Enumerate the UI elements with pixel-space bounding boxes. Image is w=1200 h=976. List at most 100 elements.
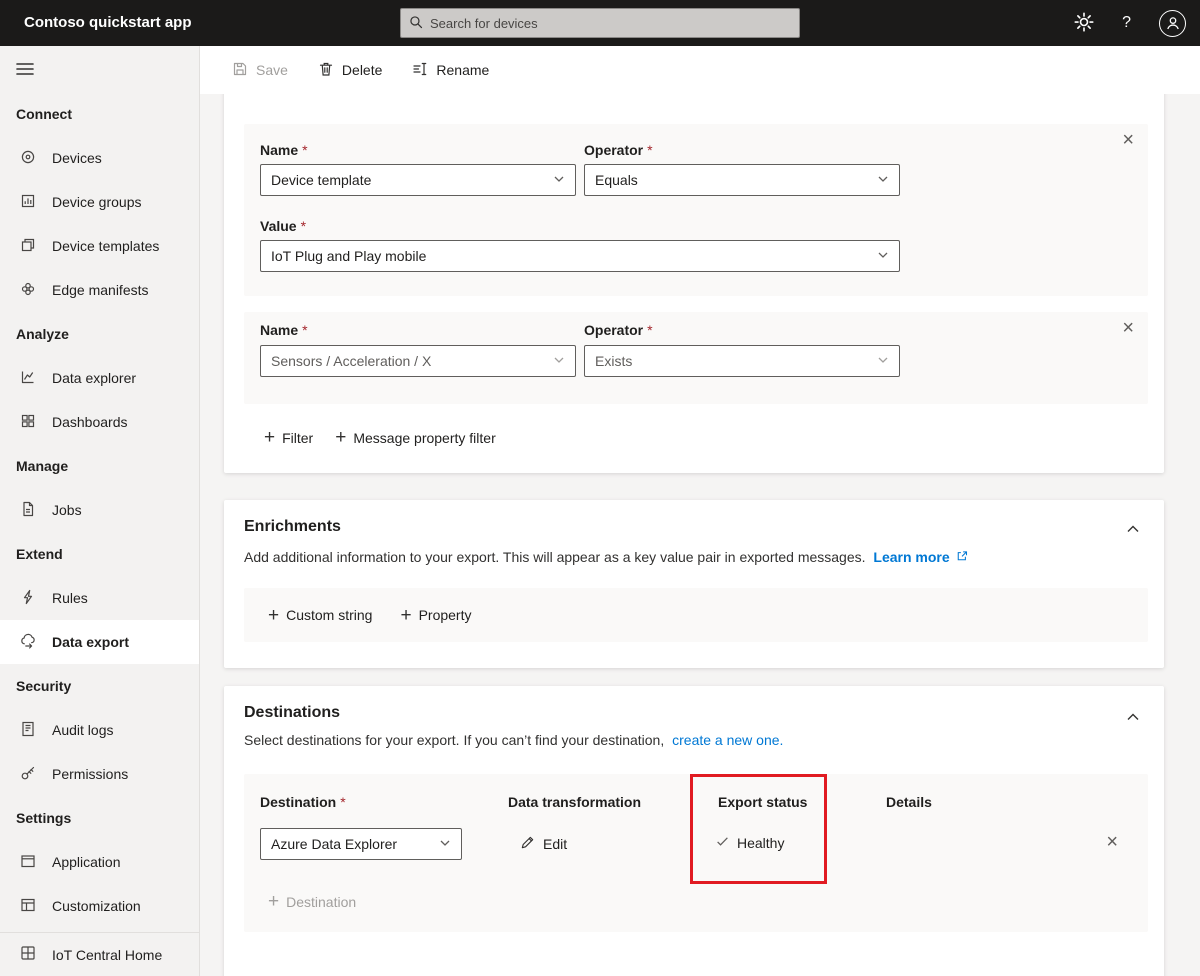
devices-icon xyxy=(20,149,36,168)
rules-icon xyxy=(20,589,36,608)
name-field-label: Name* xyxy=(260,322,308,338)
chevron-down-icon xyxy=(877,172,889,188)
add-filter-button[interactable]: + Filter xyxy=(264,428,313,447)
add-message-property-filter-button[interactable]: + Message property filter xyxy=(335,428,496,447)
enrichments-actions: + Custom string + Property xyxy=(244,588,1148,642)
add-destination-button[interactable]: + Destination xyxy=(268,892,356,911)
name-field-label: Name* xyxy=(260,142,308,158)
chevron-up-icon[interactable] xyxy=(1126,710,1140,727)
sidebar-item-iot-central-home[interactable]: IoT Central Home xyxy=(0,932,199,976)
operator-field-label: Operator* xyxy=(584,142,653,158)
filter-name-select[interactable]: Device template xyxy=(260,164,576,196)
check-icon xyxy=(716,835,729,851)
sidebar-item-permissions[interactable]: Permissions xyxy=(0,752,199,796)
sidebar-item-device-groups[interactable]: Device groups xyxy=(0,180,199,224)
sidebar-item-device-templates[interactable]: Device templates xyxy=(0,224,199,268)
filter-operator-select[interactable]: Equals xyxy=(584,164,900,196)
select-value: Azure Data Explorer xyxy=(271,836,397,852)
field-label-text: Operator xyxy=(584,322,643,338)
plus-icon: + xyxy=(335,428,346,447)
device-search-box[interactable] xyxy=(400,8,800,38)
dashboards-icon xyxy=(20,413,36,432)
sidebar-section-connect: Connect xyxy=(0,92,199,136)
description-text: Select destinations for your export. If … xyxy=(244,732,664,748)
plus-icon: + xyxy=(268,892,279,911)
required-asterisk: * xyxy=(647,142,652,158)
data-explorer-icon xyxy=(20,369,36,388)
filter-value-select[interactable]: IoT Plug and Play mobile xyxy=(260,240,900,272)
filter-operator-select[interactable]: Exists xyxy=(584,345,900,377)
sidebar-section-analyze: Analyze xyxy=(0,312,199,356)
data-transformation-column-header: Data transformation xyxy=(508,794,641,810)
sidebar-item-rules[interactable]: Rules xyxy=(0,576,199,620)
filter-row-1: × Name* Device template Operator* Equals… xyxy=(244,124,1148,296)
hamburger-menu-button[interactable] xyxy=(0,46,199,92)
select-value: Exists xyxy=(595,353,632,369)
rename-icon xyxy=(412,61,428,80)
sidebar-item-label: Edge manifests xyxy=(52,282,149,298)
sidebar-item-dashboards[interactable]: Dashboards xyxy=(0,400,199,444)
add-property-button[interactable]: + Property xyxy=(400,606,471,625)
destination-column-header: Destination* xyxy=(260,794,346,810)
field-label-text: Operator xyxy=(584,142,643,158)
topbar: Contoso quickstart app ? xyxy=(0,0,1200,46)
sidebar-section-settings: Settings xyxy=(0,796,199,840)
remove-destination-button[interactable]: × xyxy=(1106,832,1118,852)
sidebar-item-edge-manifests[interactable]: Edge manifests xyxy=(0,268,199,312)
sidebar-item-devices[interactable]: Devices xyxy=(0,136,199,180)
sidebar-item-data-explorer[interactable]: Data explorer xyxy=(0,356,199,400)
chevron-up-icon[interactable] xyxy=(1126,522,1140,539)
save-label: Save xyxy=(256,62,288,78)
sidebar-item-label: Dashboards xyxy=(52,414,128,430)
sidebar: Connect Devices Device groups Device tem… xyxy=(0,46,200,976)
destination-row: Destination* Data transformation Export … xyxy=(244,774,1148,932)
save-icon xyxy=(232,61,248,80)
add-destination-label: Destination xyxy=(286,894,356,910)
required-asterisk: * xyxy=(301,218,306,234)
value-field-label: Value* xyxy=(260,218,306,234)
export-status-column-header: Export status xyxy=(718,794,807,810)
device-search-input[interactable] xyxy=(430,16,791,31)
remove-filter-button[interactable]: × xyxy=(1122,318,1134,338)
destinations-card: Destinations Select destinations for you… xyxy=(224,686,1164,976)
learn-more-link[interactable]: Learn more xyxy=(873,549,949,565)
destination-select[interactable]: Azure Data Explorer xyxy=(260,828,462,860)
required-asterisk: * xyxy=(302,142,307,158)
permissions-icon xyxy=(20,765,36,784)
save-button[interactable]: Save xyxy=(232,61,288,80)
filters-card: × Name* Device template Operator* Equals… xyxy=(224,94,1164,473)
sidebar-item-label: Audit logs xyxy=(52,722,113,738)
chevron-down-icon xyxy=(553,172,565,188)
column-header-text: Destination xyxy=(260,794,336,810)
rename-button[interactable]: Rename xyxy=(412,61,489,80)
rename-label: Rename xyxy=(436,62,489,78)
sidebar-item-label: Devices xyxy=(52,150,102,166)
data-export-icon xyxy=(20,633,36,652)
create-new-destination-link[interactable]: create a new one. xyxy=(672,732,783,748)
required-asterisk: * xyxy=(647,322,652,338)
trash-icon xyxy=(318,61,334,80)
sidebar-item-audit-logs[interactable]: Audit logs xyxy=(0,708,199,752)
external-link-icon xyxy=(956,549,968,565)
sidebar-item-application[interactable]: Application xyxy=(0,840,199,884)
help-button[interactable]: ? xyxy=(1122,14,1131,32)
filter-name-select[interactable]: Sensors / Acceleration / X xyxy=(260,345,576,377)
avatar-button[interactable] xyxy=(1159,10,1186,37)
add-message-property-filter-label: Message property filter xyxy=(353,430,495,446)
sidebar-item-customization[interactable]: Customization xyxy=(0,884,199,928)
delete-button[interactable]: Delete xyxy=(318,61,382,80)
sidebar-item-label: Data export xyxy=(52,634,129,650)
filter-actions: + Filter + Message property filter xyxy=(264,428,496,447)
remove-filter-button[interactable]: × xyxy=(1122,130,1134,150)
settings-gear-icon[interactable] xyxy=(1074,12,1094,35)
add-custom-string-button[interactable]: + Custom string xyxy=(268,606,372,625)
sidebar-item-data-export[interactable]: Data export xyxy=(0,620,199,664)
sidebar-item-jobs[interactable]: Jobs xyxy=(0,488,199,532)
edge-manifests-icon xyxy=(20,281,36,300)
chevron-down-icon xyxy=(439,836,451,852)
pencil-icon xyxy=(520,835,535,853)
edit-transformation-button[interactable]: Edit xyxy=(520,835,567,853)
plus-icon: + xyxy=(400,606,411,625)
device-templates-icon xyxy=(20,237,36,256)
sidebar-item-label: Device groups xyxy=(52,194,142,210)
